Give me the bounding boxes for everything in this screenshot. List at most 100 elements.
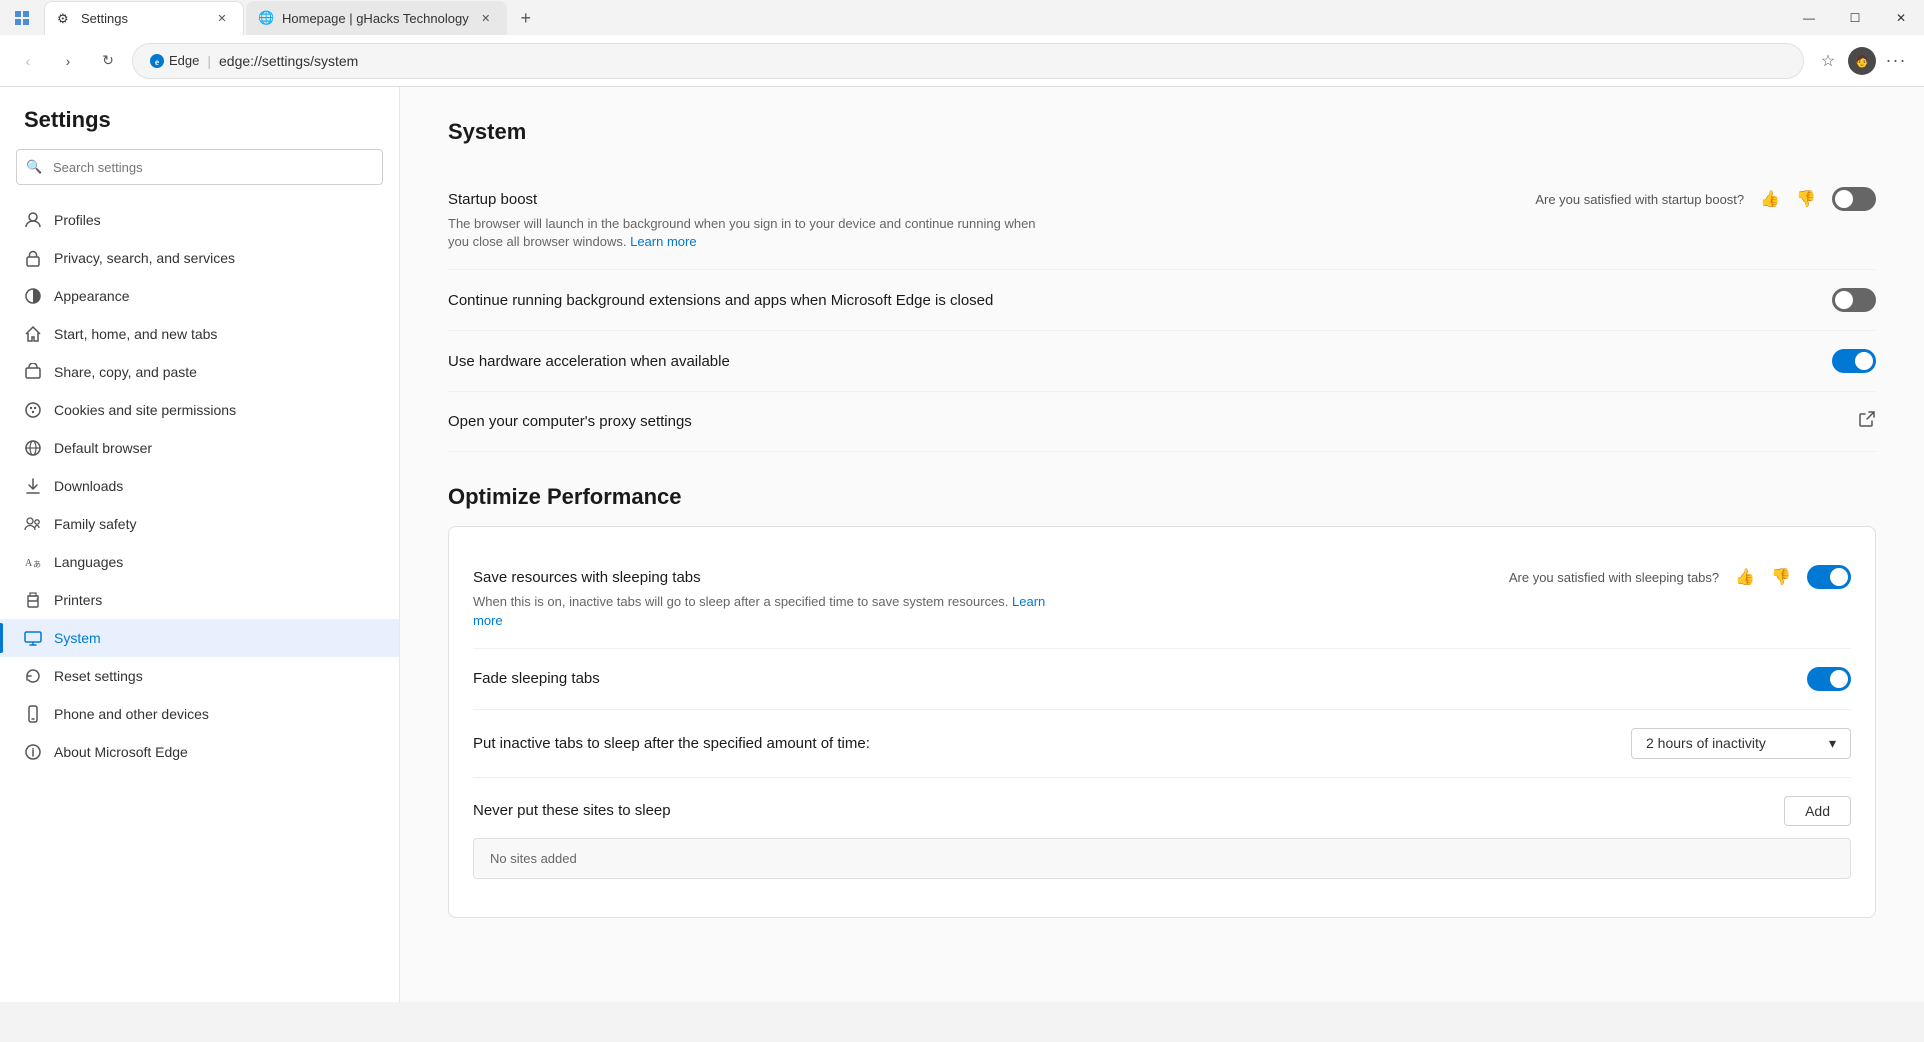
search-icon: 🔍 — [26, 159, 42, 175]
back-button[interactable]: ‹ — [12, 45, 44, 77]
sidebar-item-share[interactable]: Share, copy, and paste — [0, 353, 399, 391]
startup-boost-learn-more[interactable]: Learn more — [630, 234, 696, 249]
hardware-acceleration-thumb — [1855, 352, 1873, 370]
new-tab-button[interactable]: + — [509, 1, 543, 35]
sidebar-item-privacy[interactable]: Privacy, search, and services — [0, 239, 399, 277]
profiles-icon — [24, 211, 42, 229]
hardware-acceleration-toggle[interactable] — [1832, 349, 1876, 373]
reset-icon — [24, 667, 42, 685]
about-label: About Microsoft Edge — [54, 744, 188, 760]
maximize-button[interactable]: ☐ — [1832, 0, 1878, 35]
background-extensions-label: Continue running background extensions a… — [448, 292, 993, 309]
default-browser-icon — [24, 439, 42, 457]
address-divider: | — [207, 53, 211, 69]
refresh-button[interactable]: ↻ — [92, 45, 124, 77]
background-extensions-toggle[interactable] — [1832, 288, 1876, 312]
never-sleep-label: Never put these sites to sleep — [473, 802, 671, 819]
fade-sleeping-toggle[interactable] — [1807, 667, 1851, 691]
address-url: edge://settings/system — [219, 53, 358, 69]
favorites-button[interactable]: ☆ — [1812, 45, 1844, 77]
title-bar: ⚙ Settings ✕ 🌐 Homepage | gHacks Technol… — [0, 0, 1924, 35]
share-icon — [24, 363, 42, 381]
sidebar-item-reset[interactable]: Reset settings — [0, 657, 399, 695]
sidebar-title: Settings — [0, 107, 399, 149]
main-layout: Settings 🔍 Profiles Privacy, search, and… — [0, 87, 1924, 1002]
phone-icon — [24, 705, 42, 723]
sidebar-item-family-safety[interactable]: Family safety — [0, 505, 399, 543]
sidebar-item-phone[interactable]: Phone and other devices — [0, 695, 399, 733]
reset-label: Reset settings — [54, 668, 143, 684]
system-label: System — [54, 630, 101, 646]
settings-tab-close[interactable]: ✕ — [213, 10, 231, 28]
family-safety-icon — [24, 515, 42, 533]
appearance-label: Appearance — [54, 288, 130, 304]
refresh-icon: ↻ — [102, 52, 114, 69]
startup-thumbsup-icon[interactable]: 👍 — [1760, 189, 1780, 209]
startup-boost-label-group: Startup boost — [448, 191, 537, 208]
svg-text:A: A — [25, 558, 33, 569]
printers-label: Printers — [54, 592, 102, 608]
close-button[interactable]: ✕ — [1878, 0, 1924, 35]
startup-boost-description: The browser will launch in the backgroun… — [448, 215, 1048, 251]
ghacks-tab[interactable]: 🌐 Homepage | gHacks Technology ✕ — [246, 1, 507, 35]
startup-boost-toggle[interactable] — [1832, 187, 1876, 211]
sidebar-item-system[interactable]: System — [0, 619, 399, 657]
forward-button[interactable]: › — [52, 45, 84, 77]
favorites-icon: ☆ — [1821, 51, 1835, 71]
sidebar-item-cookies[interactable]: Cookies and site permissions — [0, 391, 399, 429]
sidebar-item-languages[interactable]: Aあ Languages — [0, 543, 399, 581]
forward-icon: › — [66, 53, 71, 69]
startup-thumbsdown-icon[interactable]: 👎 — [1796, 189, 1816, 209]
sidebar-item-appearance[interactable]: Appearance — [0, 277, 399, 315]
proxy-external-icon[interactable] — [1858, 410, 1876, 433]
never-sleep-row: Never put these sites to sleep Add No si… — [473, 778, 1851, 897]
profile-avatar[interactable]: 🧑 — [1848, 47, 1876, 75]
appearance-icon — [24, 287, 42, 305]
back-icon: ‹ — [26, 53, 31, 69]
more-icon: ··· — [1886, 50, 1907, 71]
edge-brand-text: Edge — [169, 53, 199, 68]
sidebar-item-start-home[interactable]: Start, home, and new tabs — [0, 315, 399, 353]
sleeping-thumbsup-icon[interactable]: 👍 — [1735, 567, 1755, 587]
sidebar: Settings 🔍 Profiles Privacy, search, and… — [0, 87, 400, 1002]
sleeping-tabs-right: Are you satisfied with sleeping tabs? 👍 … — [1509, 565, 1851, 589]
sidebar-item-about[interactable]: About Microsoft Edge — [0, 733, 399, 771]
search-input[interactable] — [16, 149, 383, 185]
sidebar-item-printers[interactable]: Printers — [0, 581, 399, 619]
sleeping-tabs-toggle[interactable] — [1807, 565, 1851, 589]
never-sleep-header: Never put these sites to sleep Add — [473, 796, 1851, 826]
dropdown-value: 2 hours of inactivity — [1646, 735, 1766, 751]
toolbar-right: ☆ 🧑 ··· — [1812, 45, 1912, 77]
address-input-container[interactable]: e Edge | edge://settings/system — [132, 43, 1804, 79]
ghacks-tab-close[interactable]: ✕ — [477, 9, 495, 27]
family-safety-label: Family safety — [54, 516, 136, 532]
startup-boost-toggle-thumb — [1835, 190, 1853, 208]
add-site-button[interactable]: Add — [1784, 796, 1851, 826]
printers-icon — [24, 591, 42, 609]
sidebar-item-profiles[interactable]: Profiles — [0, 201, 399, 239]
dropdown-chevron-icon: ▾ — [1829, 735, 1836, 752]
tab-settings-icon: ⚙ — [57, 11, 73, 27]
fade-sleeping-label: Fade sleeping tabs — [473, 670, 600, 687]
edge-brand-icon: e Edge — [149, 53, 199, 69]
optimize-section-title: Optimize Performance — [448, 484, 1876, 510]
avatar-icon: 🧑 — [1855, 54, 1870, 68]
inactive-sleep-dropdown[interactable]: 2 hours of inactivity ▾ — [1631, 728, 1851, 759]
startup-boost-row: Startup boost Are you satisfied with sta… — [448, 169, 1876, 270]
address-bar: ‹ › ↻ e Edge | edge://settings/system ☆ … — [0, 35, 1924, 87]
sleeping-thumbsdown-icon[interactable]: 👎 — [1771, 567, 1791, 587]
cookies-icon — [24, 401, 42, 419]
cookies-label: Cookies and site permissions — [54, 402, 236, 418]
inactive-sleep-row: Put inactive tabs to sleep after the spe… — [473, 710, 1851, 778]
sleeping-tabs-label: Save resources with sleeping tabs — [473, 569, 701, 586]
minimize-button[interactable]: — — [1786, 0, 1832, 35]
inactive-sleep-label: Put inactive tabs to sleep after the spe… — [473, 735, 870, 752]
sidebar-item-default-browser[interactable]: Default browser — [0, 429, 399, 467]
search-box: 🔍 — [16, 149, 383, 185]
ghacks-tab-label: Homepage | gHacks Technology — [282, 11, 469, 26]
no-sites-text: No sites added — [490, 851, 577, 866]
sidebar-item-downloads[interactable]: Downloads — [0, 467, 399, 505]
more-button[interactable]: ··· — [1880, 45, 1912, 77]
svg-text:e: e — [155, 57, 159, 67]
settings-tab[interactable]: ⚙ Settings ✕ — [44, 1, 244, 35]
